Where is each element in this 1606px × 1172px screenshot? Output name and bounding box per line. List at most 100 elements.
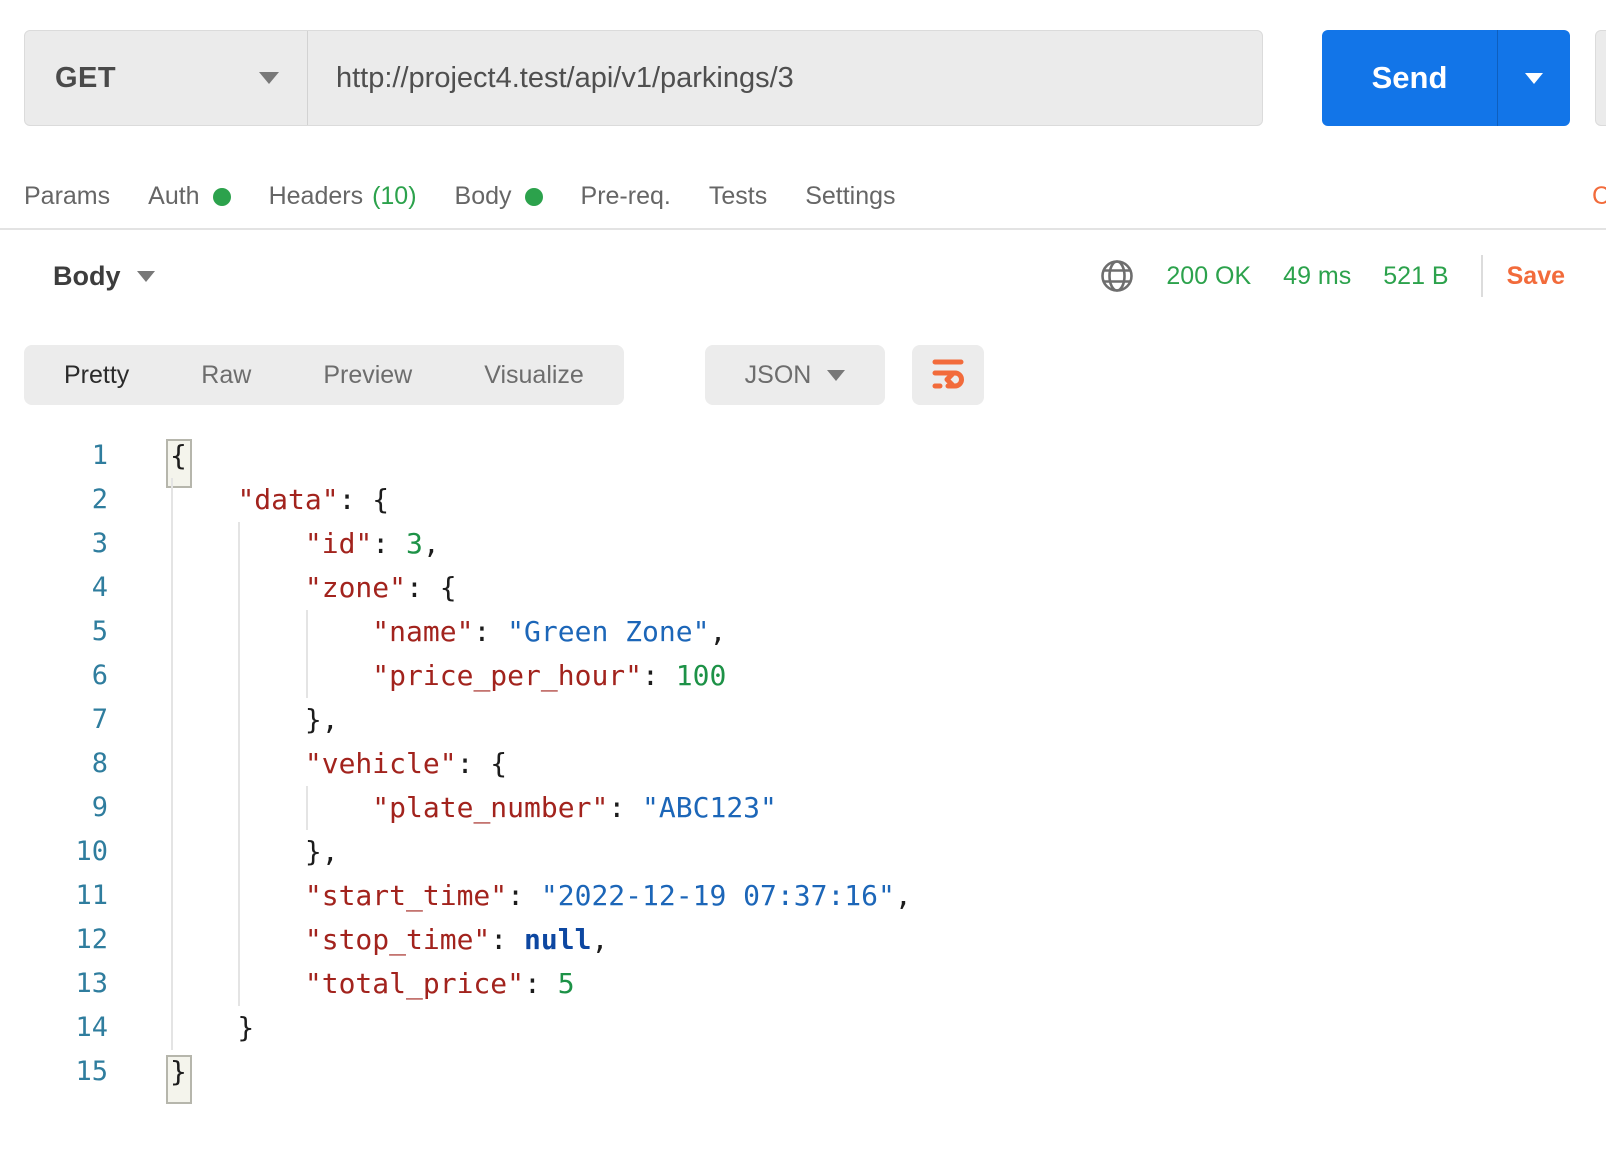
- indent-guide: [171, 1006, 173, 1050]
- tab-pre-request[interactable]: Pre-req.: [581, 182, 671, 211]
- tab-raw[interactable]: Raw: [201, 361, 251, 390]
- indent-guide: [171, 522, 173, 566]
- line-number: 14: [0, 1006, 108, 1050]
- indent-guide: [171, 566, 173, 610]
- tab-preview[interactable]: Preview: [323, 361, 412, 390]
- line-number: 13: [0, 962, 108, 1006]
- code-text: "price_per_hour": 100: [170, 654, 726, 698]
- indent-guide: [306, 654, 308, 698]
- code-text: {: [170, 434, 187, 478]
- line-number: 15: [0, 1050, 108, 1094]
- send-button[interactable]: Send: [1322, 30, 1570, 126]
- code-line: 15}: [0, 1050, 1606, 1094]
- tab-auth[interactable]: Auth: [148, 182, 230, 211]
- code-text: },: [170, 698, 339, 742]
- code-line: 2 "data": {: [0, 478, 1606, 522]
- tab-body-label: Body: [455, 182, 512, 211]
- indent-guide: [171, 478, 173, 522]
- chevron-down-icon: [1525, 73, 1543, 84]
- line-number: 1: [0, 434, 108, 478]
- indent-guide: [238, 522, 240, 566]
- code-text: "data": {: [170, 478, 389, 522]
- line-number: 10: [0, 830, 108, 874]
- code-line: 12 "stop_time": null,: [0, 918, 1606, 962]
- tab-tests[interactable]: Tests: [709, 182, 767, 211]
- chevron-down-icon: [137, 271, 155, 282]
- code-text: }: [170, 1050, 187, 1094]
- tab-headers[interactable]: Headers (10): [269, 182, 417, 211]
- divider: [1481, 255, 1483, 297]
- indent-guide: [238, 962, 240, 1006]
- code-line: 8 "vehicle": {: [0, 742, 1606, 786]
- indent-guide: [171, 830, 173, 874]
- response-body-select-label: Body: [53, 261, 121, 292]
- line-number: 2: [0, 478, 108, 522]
- url-input[interactable]: http://project4.test/api/v1/parkings/3: [308, 31, 1262, 125]
- indent-guide: [238, 830, 240, 874]
- indent-guide: [238, 742, 240, 786]
- request-url-bar: GET http://project4.test/api/v1/parkings…: [24, 30, 1263, 126]
- save-response-link[interactable]: Save: [1507, 262, 1565, 291]
- code-line: 13 "total_price": 5: [0, 962, 1606, 1006]
- indent-guide: [171, 918, 173, 962]
- response-meta: 200 OK 49 ms 521 B Save: [1098, 250, 1565, 302]
- chevron-down-icon: [827, 370, 845, 381]
- code-line: 1{: [0, 434, 1606, 478]
- save-request-button-partial[interactable]: [1595, 30, 1606, 126]
- code-text: "start_time": "2022-12-19 07:37:16",: [170, 874, 912, 918]
- network-globe-icon: [1098, 257, 1136, 295]
- code-text: "zone": {: [170, 566, 457, 610]
- indent-guide: [171, 698, 173, 742]
- indent-guide: [306, 786, 308, 830]
- tab-settings[interactable]: Settings: [805, 182, 895, 211]
- line-number: 5: [0, 610, 108, 654]
- indent-guide: [171, 654, 173, 698]
- line-number: 8: [0, 742, 108, 786]
- line-number: 11: [0, 874, 108, 918]
- code-line: 9 "plate_number": "ABC123": [0, 786, 1606, 830]
- tab-params[interactable]: Params: [24, 182, 110, 211]
- wrap-lines-icon: [927, 352, 969, 399]
- headers-count-badge: (10): [372, 182, 416, 211]
- code-text: }: [170, 1006, 254, 1050]
- line-number: 4: [0, 566, 108, 610]
- send-button-label[interactable]: Send: [1322, 30, 1498, 126]
- line-number: 3: [0, 522, 108, 566]
- chevron-down-icon: [259, 72, 279, 84]
- indent-guide: [171, 786, 173, 830]
- tab-params-label: Params: [24, 182, 110, 211]
- code-line: 14 }: [0, 1006, 1606, 1050]
- tab-pre-request-label: Pre-req.: [581, 182, 671, 211]
- indent-guide: [306, 610, 308, 654]
- method-select[interactable]: GET: [25, 31, 308, 125]
- line-number: 12: [0, 918, 108, 962]
- indent-guide: [238, 654, 240, 698]
- tab-auth-label: Auth: [148, 182, 199, 211]
- line-number: 6: [0, 654, 108, 698]
- response-body-code[interactable]: 1{2 "data": {3 "id": 3,4 "zone": {5 "nam…: [0, 434, 1606, 1094]
- indent-guide: [171, 742, 173, 786]
- tab-visualize[interactable]: Visualize: [484, 361, 584, 390]
- wrap-lines-button[interactable]: [912, 345, 984, 405]
- indent-guide: [238, 698, 240, 742]
- tab-pretty[interactable]: Pretty: [64, 361, 129, 390]
- code-line: 11 "start_time": "2022-12-19 07:37:16",: [0, 874, 1606, 918]
- cookies-link-partial[interactable]: C: [1592, 165, 1606, 228]
- indent-guide: [171, 962, 173, 1006]
- status-badge: 200 OK: [1166, 262, 1251, 291]
- response-size: 521 B: [1383, 262, 1448, 291]
- indent-guide: [238, 610, 240, 654]
- response-format-select[interactable]: JSON: [705, 345, 885, 405]
- request-tabs: Params Auth Headers (10) Body Pre-req. T…: [24, 165, 896, 228]
- tab-settings-label: Settings: [805, 182, 895, 211]
- response-view-tabs: Pretty Raw Preview Visualize: [24, 345, 624, 405]
- indent-guide: [171, 874, 173, 918]
- code-text: },: [170, 830, 339, 874]
- tab-body[interactable]: Body: [455, 182, 543, 211]
- send-options-button[interactable]: [1498, 30, 1570, 126]
- response-body-select[interactable]: Body: [53, 250, 155, 302]
- response-format-label: JSON: [745, 361, 812, 390]
- auth-status-dot: [213, 188, 231, 206]
- tab-headers-label: Headers: [269, 182, 364, 211]
- response-time: 49 ms: [1283, 262, 1351, 291]
